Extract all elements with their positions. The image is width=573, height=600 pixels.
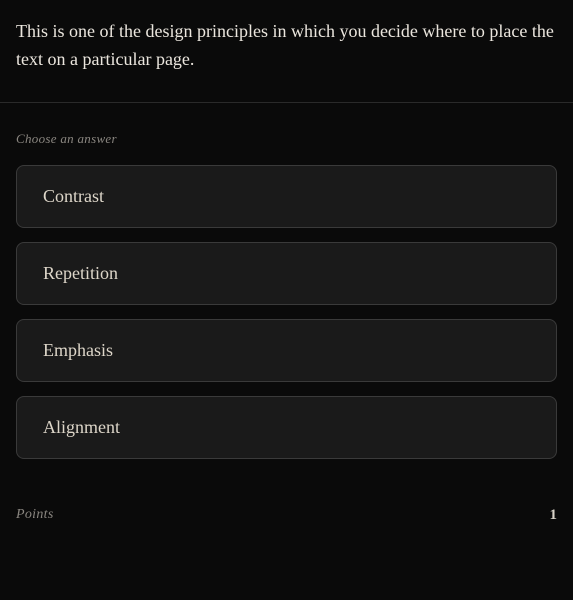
points-section: Points 1	[0, 489, 573, 542]
answer-option-emphasis[interactable]: Emphasis	[16, 319, 557, 382]
question-section: This is one of the design principles in …	[0, 0, 573, 103]
answer-option-label: Alignment	[43, 417, 120, 437]
answer-option-contrast[interactable]: Contrast	[16, 165, 557, 228]
answer-option-label: Contrast	[43, 186, 104, 206]
choose-answer-label: Choose an answer	[16, 131, 557, 147]
answers-section: Choose an answer Contrast Repetition Emp…	[0, 103, 573, 489]
question-text: This is one of the design principles in …	[16, 18, 557, 74]
answer-option-alignment[interactable]: Alignment	[16, 396, 557, 459]
answer-option-repetition[interactable]: Repetition	[16, 242, 557, 305]
points-value: 1	[550, 507, 558, 524]
answer-option-label: Emphasis	[43, 340, 113, 360]
points-label: Points	[16, 507, 54, 523]
answer-option-label: Repetition	[43, 263, 118, 283]
